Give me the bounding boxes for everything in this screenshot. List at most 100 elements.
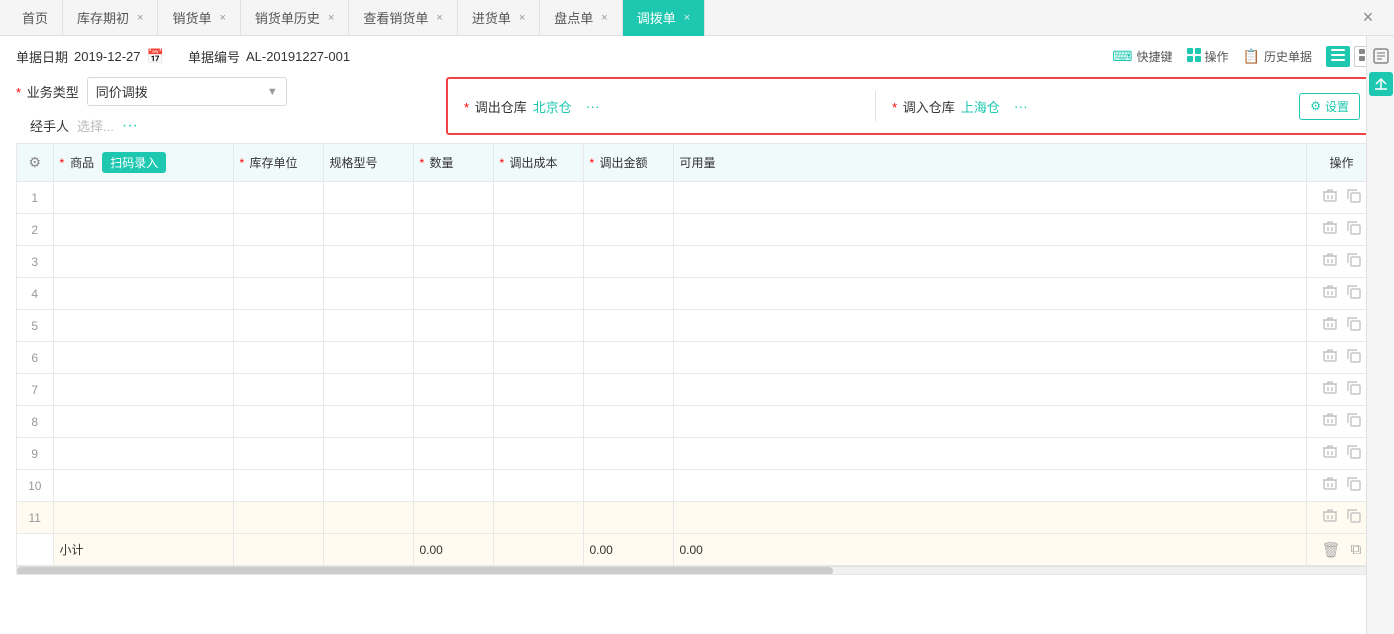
row-product[interactable] (53, 502, 233, 534)
row-qty[interactable] (413, 182, 493, 214)
copy-row-icon[interactable] (1347, 509, 1361, 527)
row-spec[interactable] (323, 246, 413, 278)
row-qty[interactable] (413, 310, 493, 342)
window-close-button[interactable]: × (1350, 0, 1386, 36)
row-transfer-cost[interactable] (493, 438, 583, 470)
tab-transfer-order-close[interactable]: × (684, 12, 690, 24)
delete-row-icon[interactable] (1323, 477, 1337, 495)
row-transfer-amount[interactable] (583, 214, 673, 246)
copy-row-icon[interactable] (1347, 413, 1361, 431)
tab-view-sales-close[interactable]: × (436, 12, 442, 24)
row-available-qty[interactable] (673, 246, 1307, 278)
row-stock-unit[interactable] (233, 310, 323, 342)
row-available-qty[interactable] (673, 310, 1307, 342)
history-action[interactable]: 📋 历史单据 (1243, 48, 1312, 65)
list-view-btn[interactable] (1326, 46, 1350, 67)
copy-row-icon[interactable] (1347, 349, 1361, 367)
tab-transfer-order[interactable]: 调拨单 × (623, 0, 705, 36)
copy-row-icon[interactable] (1347, 285, 1361, 303)
calendar-icon[interactable]: 📅 (147, 48, 164, 65)
row-available-qty[interactable] (673, 502, 1307, 534)
row-available-qty[interactable] (673, 374, 1307, 406)
copy-row-icon[interactable] (1347, 445, 1361, 463)
tab-inventory-count[interactable]: 盘点单 × (540, 0, 622, 36)
copy-row-icon[interactable] (1347, 253, 1361, 271)
tab-inventory-init[interactable]: 库存期初 × (63, 0, 158, 36)
row-transfer-cost[interactable] (493, 310, 583, 342)
tab-purchase-order-close[interactable]: × (519, 12, 525, 24)
row-stock-unit[interactable] (233, 470, 323, 502)
row-spec[interactable] (323, 278, 413, 310)
tab-home[interactable]: 首页 (8, 0, 63, 36)
copy-row-icon[interactable] (1347, 477, 1361, 495)
th-gear[interactable]: ⚙ (17, 144, 53, 182)
row-product[interactable] (53, 374, 233, 406)
number-value[interactable]: AL-20191227-001 (246, 49, 350, 64)
tab-sales-history-close[interactable]: × (328, 12, 334, 24)
row-transfer-amount[interactable] (583, 342, 673, 374)
warehouse-in-more-icon[interactable]: ··· (1014, 98, 1028, 114)
person-more-icon[interactable]: ··· (122, 117, 138, 135)
row-stock-unit[interactable] (233, 214, 323, 246)
row-stock-unit[interactable] (233, 502, 323, 534)
row-available-qty[interactable] (673, 278, 1307, 310)
row-transfer-cost[interactable] (493, 374, 583, 406)
row-transfer-amount[interactable] (583, 502, 673, 534)
row-transfer-cost[interactable] (493, 214, 583, 246)
row-stock-unit[interactable] (233, 278, 323, 310)
row-spec[interactable] (323, 406, 413, 438)
row-qty[interactable] (413, 342, 493, 374)
row-qty[interactable] (413, 470, 493, 502)
delete-row-icon[interactable] (1323, 285, 1337, 303)
row-transfer-cost[interactable] (493, 470, 583, 502)
tab-sales-order-close[interactable]: × (219, 12, 225, 24)
row-available-qty[interactable] (673, 342, 1307, 374)
row-transfer-amount[interactable] (583, 246, 673, 278)
row-transfer-amount[interactable] (583, 374, 673, 406)
row-spec[interactable] (323, 310, 413, 342)
row-spec[interactable] (323, 182, 413, 214)
row-spec[interactable] (323, 438, 413, 470)
row-transfer-cost[interactable] (493, 246, 583, 278)
business-type-select[interactable]: 同价调拨 ▼ (87, 77, 287, 106)
row-stock-unit[interactable] (233, 406, 323, 438)
row-transfer-amount[interactable] (583, 470, 673, 502)
row-product[interactable] (53, 214, 233, 246)
row-product[interactable] (53, 246, 233, 278)
setting-button[interactable]: ⚙ 设置 (1299, 93, 1360, 120)
row-stock-unit[interactable] (233, 182, 323, 214)
person-placeholder[interactable]: 选择... (77, 116, 114, 135)
row-transfer-amount[interactable] (583, 406, 673, 438)
shortcut-action[interactable]: ⌨ 快捷键 (1112, 48, 1172, 65)
summary-delete-icon[interactable]: 🗑 (1322, 541, 1341, 559)
row-stock-unit[interactable] (233, 438, 323, 470)
summary-copy-icon[interactable]: ⧉ (1351, 541, 1362, 558)
sidebar-note-icon[interactable] (1369, 44, 1393, 68)
row-stock-unit[interactable] (233, 246, 323, 278)
row-transfer-cost[interactable] (493, 278, 583, 310)
scan-button[interactable]: 扫码录入 (102, 152, 166, 173)
copy-row-icon[interactable] (1347, 381, 1361, 399)
delete-row-icon[interactable] (1323, 381, 1337, 399)
row-product[interactable] (53, 470, 233, 502)
row-product[interactable] (53, 310, 233, 342)
row-transfer-amount[interactable] (583, 278, 673, 310)
row-available-qty[interactable] (673, 214, 1307, 246)
operation-action[interactable]: 操作 (1187, 48, 1229, 65)
row-product[interactable] (53, 438, 233, 470)
row-qty[interactable] (413, 374, 493, 406)
copy-row-icon[interactable] (1347, 317, 1361, 335)
row-stock-unit[interactable] (233, 342, 323, 374)
delete-row-icon[interactable] (1323, 253, 1337, 271)
row-qty[interactable] (413, 214, 493, 246)
row-transfer-cost[interactable] (493, 342, 583, 374)
tab-inventory-count-close[interactable]: × (601, 12, 607, 24)
delete-row-icon[interactable] (1323, 509, 1337, 527)
row-spec[interactable] (323, 502, 413, 534)
row-transfer-amount[interactable] (583, 438, 673, 470)
gear-icon[interactable]: ⚙ (28, 154, 41, 170)
delete-row-icon[interactable] (1323, 317, 1337, 335)
delete-row-icon[interactable] (1323, 349, 1337, 367)
row-spec[interactable] (323, 470, 413, 502)
row-spec[interactable] (323, 342, 413, 374)
